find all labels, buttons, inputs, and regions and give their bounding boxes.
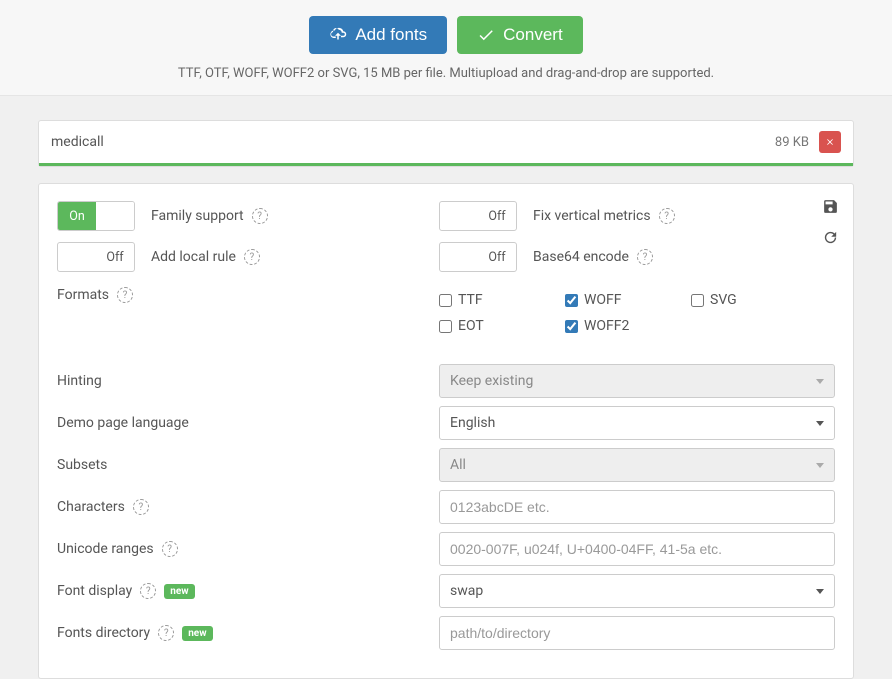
fix-vertical-label: Fix vertical metrics ? bbox=[533, 208, 675, 224]
top-bar: Add fonts Convert TTF, OTF, WOFF, WOFF2 … bbox=[0, 0, 892, 96]
font-display-select[interactable]: swap bbox=[439, 574, 835, 608]
format-svg[interactable]: SVG bbox=[691, 287, 817, 313]
add-local-label: Add local rule ? bbox=[151, 249, 260, 265]
format-eot[interactable]: EOT bbox=[439, 313, 565, 339]
formats-grid: TTF WOFF SVG EOT WOFF2 bbox=[439, 287, 821, 339]
formats-label: Formats ? bbox=[57, 287, 133, 303]
subsets-label: Subsets bbox=[57, 457, 439, 473]
format-woff[interactable]: WOFF bbox=[565, 287, 691, 313]
help-icon[interactable]: ? bbox=[252, 208, 268, 224]
add-fonts-label: Add fonts bbox=[355, 25, 427, 45]
hinting-select[interactable]: Keep existing bbox=[439, 364, 835, 398]
help-icon[interactable]: ? bbox=[659, 208, 675, 224]
check-icon bbox=[477, 26, 495, 44]
new-badge: new bbox=[164, 584, 194, 599]
reset-icon[interactable] bbox=[822, 229, 839, 246]
base64-label: Base64 encode ? bbox=[533, 249, 653, 265]
save-icon[interactable] bbox=[822, 198, 839, 215]
family-support-toggle[interactable]: On bbox=[57, 201, 135, 231]
characters-input[interactable] bbox=[439, 490, 835, 524]
add-fonts-button[interactable]: Add fonts bbox=[309, 16, 447, 54]
family-support-label: Family support ? bbox=[151, 208, 268, 224]
help-icon[interactable]: ? bbox=[244, 249, 260, 265]
fix-vertical-toggle[interactable]: Off bbox=[439, 201, 517, 231]
toggle-off-label: Off bbox=[478, 202, 516, 230]
unicode-label: Unicode ranges ? bbox=[57, 541, 439, 557]
file-size: 89 KB bbox=[775, 135, 809, 150]
unicode-input[interactable] bbox=[439, 532, 835, 566]
help-icon[interactable]: ? bbox=[133, 499, 149, 515]
characters-label: Characters ? bbox=[57, 499, 439, 515]
file-card: medicall 89 KB bbox=[38, 120, 854, 167]
file-name: medicall bbox=[51, 134, 775, 150]
add-local-toggle[interactable]: Off bbox=[57, 242, 135, 272]
remove-file-button[interactable] bbox=[819, 131, 841, 153]
fonts-dir-input[interactable] bbox=[439, 616, 835, 650]
options-card: On Family support ? Off Fix vertical met… bbox=[38, 183, 854, 679]
help-icon[interactable]: ? bbox=[140, 583, 156, 599]
help-icon[interactable]: ? bbox=[158, 625, 174, 641]
base64-toggle[interactable]: Off bbox=[439, 242, 517, 272]
upload-hint: TTF, OTF, WOFF, WOFF2 or SVG, 15 MB per … bbox=[0, 66, 892, 81]
demo-lang-select[interactable]: English bbox=[439, 406, 835, 440]
close-icon bbox=[825, 137, 835, 147]
convert-label: Convert bbox=[503, 25, 563, 45]
chevron-down-icon bbox=[816, 421, 824, 426]
hinting-label: Hinting bbox=[57, 373, 439, 389]
chevron-down-icon bbox=[816, 379, 824, 384]
help-icon[interactable]: ? bbox=[637, 249, 653, 265]
format-woff2[interactable]: WOFF2 bbox=[565, 313, 691, 339]
subsets-select[interactable]: All bbox=[439, 448, 835, 482]
help-icon[interactable]: ? bbox=[162, 541, 178, 557]
upload-icon bbox=[329, 26, 347, 44]
new-badge: new bbox=[182, 626, 212, 641]
demo-lang-label: Demo page language bbox=[57, 415, 439, 431]
help-icon[interactable]: ? bbox=[117, 287, 133, 303]
toggle-on-label: On bbox=[58, 202, 96, 230]
format-ttf[interactable]: TTF bbox=[439, 287, 565, 313]
chevron-down-icon bbox=[816, 463, 824, 468]
chevron-down-icon bbox=[816, 589, 824, 594]
fonts-dir-label: Fonts directory ? new bbox=[57, 625, 439, 641]
font-display-label: Font display ? new bbox=[57, 583, 439, 599]
convert-button[interactable]: Convert bbox=[457, 16, 583, 54]
